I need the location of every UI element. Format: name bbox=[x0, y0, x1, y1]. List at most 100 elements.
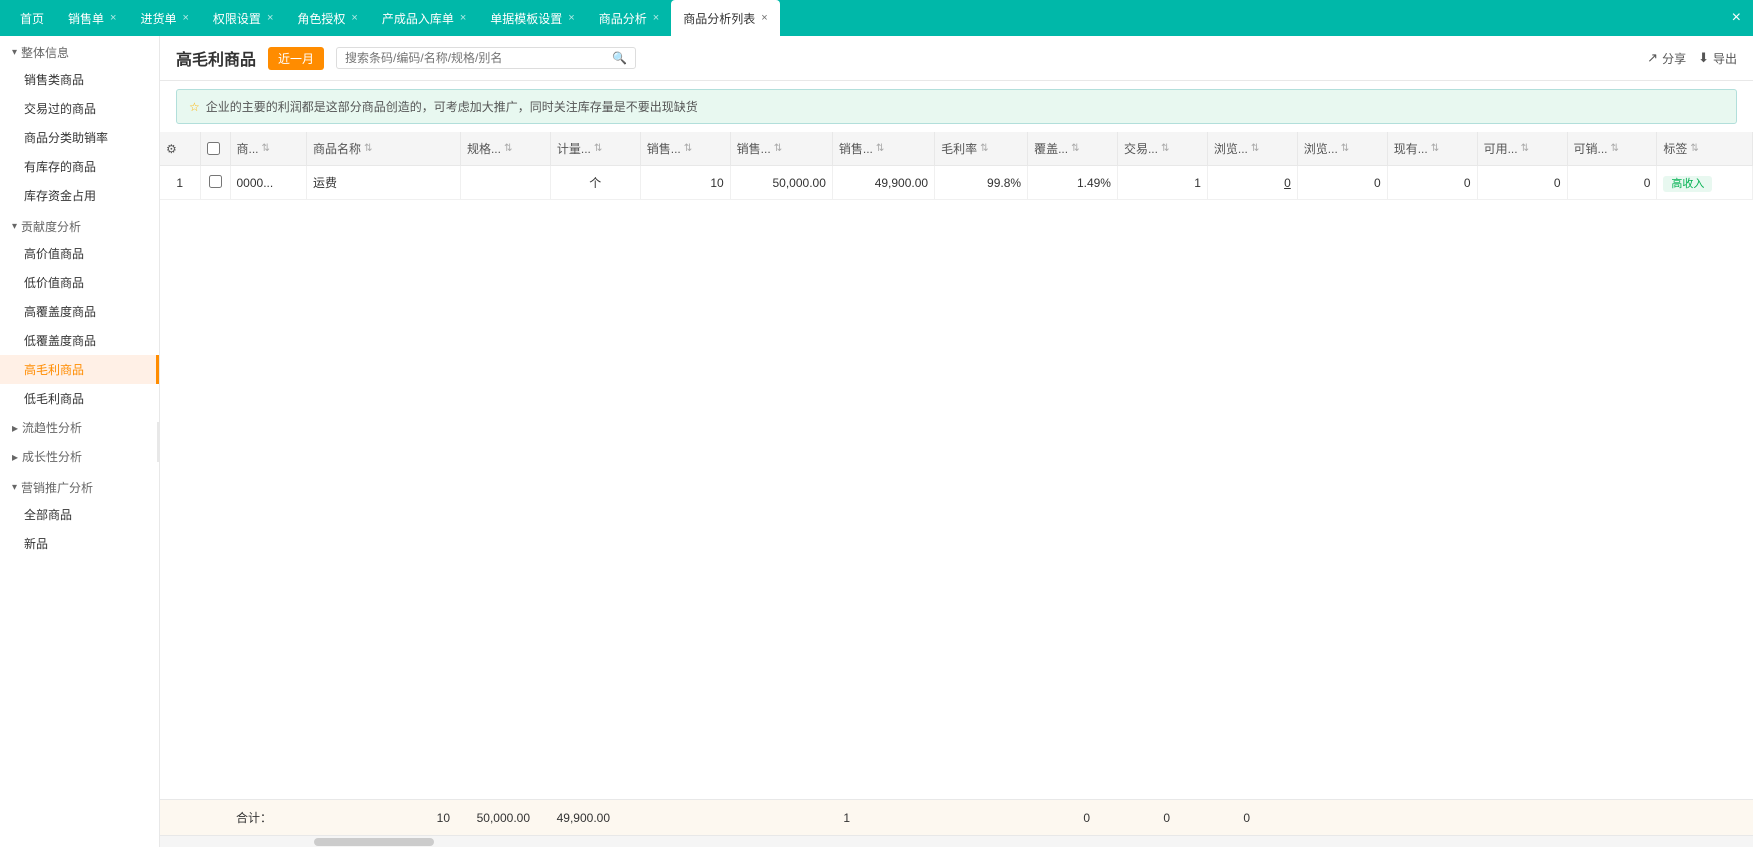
table-row: 1 0000... 运费 个 10 50,000.00 49,900.00 99… bbox=[160, 166, 1753, 200]
nav-permission[interactable]: 权限设置 × bbox=[201, 0, 285, 36]
row-saleable: 0 bbox=[1567, 166, 1657, 200]
row-checkbox-cell[interactable] bbox=[200, 166, 230, 200]
footer-amount: 50,000.00 bbox=[456, 811, 536, 825]
col-settings[interactable]: ⚙ bbox=[160, 132, 200, 166]
row-available: 0 bbox=[1477, 166, 1567, 200]
nav-analysis-list[interactable]: 商品分析列表 × bbox=[671, 0, 779, 36]
col-coverage[interactable]: 覆盖... ⇅ bbox=[1028, 132, 1118, 166]
content-area: 高毛利商品 近一月 🔍 ↗ 分享 ⬇ 导出 ☆ 企业的主要的利润都是这部分商品创… bbox=[160, 36, 1753, 847]
col-saleable[interactable]: 可销... ⇅ bbox=[1567, 132, 1657, 166]
sidebar-item-all-goods[interactable]: 全部商品 bbox=[0, 500, 159, 529]
col-unit[interactable]: 计量... ⇅ bbox=[550, 132, 640, 166]
sidebar-item-traded-goods[interactable]: 交易过的商品 bbox=[0, 94, 159, 123]
nav-analysis[interactable]: 商品分析 × bbox=[587, 0, 671, 36]
sidebar-collapse-button[interactable]: « bbox=[157, 422, 160, 462]
col-browse2[interactable]: 浏览... ⇅ bbox=[1297, 132, 1387, 166]
col-sales-amount[interactable]: 销售... ⇅ bbox=[730, 132, 832, 166]
export-button[interactable]: ⬇ 导出 bbox=[1698, 50, 1737, 67]
col-code[interactable]: 商... ⇅ bbox=[230, 132, 307, 166]
col-current[interactable]: 现有... ⇅ bbox=[1387, 132, 1477, 166]
row-browse1[interactable]: 0 bbox=[1207, 166, 1297, 200]
footer-current: 0 bbox=[1016, 811, 1096, 825]
sidebar-item-stocked-goods[interactable]: 有库存的商品 bbox=[0, 152, 159, 181]
close-template-icon[interactable]: × bbox=[568, 12, 574, 24]
sidebar-item-low-value[interactable]: 低价值商品 bbox=[0, 268, 159, 297]
nav-home[interactable]: 首页 bbox=[8, 0, 56, 36]
footer-total-label: 合计： bbox=[176, 809, 376, 826]
sort-current-icon: ⇅ bbox=[1431, 143, 1439, 154]
footer-cost: 49,900.00 bbox=[536, 811, 616, 825]
sidebar: « ▾ 整体信息 销售类商品 交易过的商品 商品分类助销率 有库存的商品 库存资… bbox=[0, 36, 160, 847]
row-name: 运费 bbox=[307, 166, 461, 200]
nav-sales[interactable]: 销售单 × bbox=[56, 0, 128, 36]
sort-sales-amount-icon: ⇅ bbox=[774, 143, 782, 154]
col-spec[interactable]: 规格... ⇅ bbox=[460, 132, 550, 166]
info-star-icon: ☆ bbox=[189, 100, 200, 114]
col-tag[interactable]: 标签 ⇅ bbox=[1657, 132, 1753, 166]
row-sales-cost: 49,900.00 bbox=[832, 166, 934, 200]
horizontal-scrollbar[interactable] bbox=[160, 835, 1753, 847]
sidebar-group-trend[interactable]: ▸ 流趋性分析 bbox=[0, 413, 159, 442]
select-all-checkbox[interactable] bbox=[207, 142, 220, 155]
settings-icon[interactable]: ⚙ bbox=[166, 142, 177, 156]
sort-sales-cost-icon: ⇅ bbox=[876, 143, 884, 154]
data-table-wrapper[interactable]: ⚙ 商... ⇅ bbox=[160, 132, 1753, 799]
data-table: ⚙ 商... ⇅ bbox=[160, 132, 1753, 200]
sidebar-item-category-rate[interactable]: 商品分类助销率 bbox=[0, 123, 159, 152]
row-checkbox[interactable] bbox=[209, 175, 222, 188]
sidebar-group-contribution[interactable]: ▾ 贡献度分析 bbox=[0, 210, 159, 239]
col-gross-rate[interactable]: 毛利率 ⇅ bbox=[935, 132, 1028, 166]
nav-role[interactable]: 角色授权 × bbox=[285, 0, 369, 36]
scroll-thumb[interactable] bbox=[314, 838, 434, 846]
sidebar-item-low-margin[interactable]: 低毛利商品 bbox=[0, 384, 159, 413]
close-role-icon[interactable]: × bbox=[351, 12, 357, 24]
sidebar-item-new-goods[interactable]: 新品 bbox=[0, 529, 159, 558]
col-trade[interactable]: 交易... ⇅ bbox=[1117, 132, 1207, 166]
group-arrow-growth: ▸ bbox=[12, 450, 18, 464]
row-num: 1 bbox=[160, 166, 200, 200]
col-checkbox[interactable] bbox=[200, 132, 230, 166]
nav-template[interactable]: 单据模板设置 × bbox=[478, 0, 586, 36]
close-product-in-icon[interactable]: × bbox=[460, 12, 466, 24]
col-browse1[interactable]: 浏览... ⇅ bbox=[1207, 132, 1297, 166]
sidebar-item-high-margin[interactable]: 高毛利商品 bbox=[0, 355, 159, 384]
content-header: 高毛利商品 近一月 🔍 ↗ 分享 ⬇ 导出 bbox=[160, 36, 1753, 81]
sidebar-group-overall[interactable]: ▾ 整体信息 bbox=[0, 36, 159, 65]
search-icon[interactable]: 🔍 bbox=[612, 51, 627, 65]
search-input[interactable] bbox=[345, 51, 608, 65]
row-coverage: 1.49% bbox=[1028, 166, 1118, 200]
main-layout: « ▾ 整体信息 销售类商品 交易过的商品 商品分类助销率 有库存的商品 库存资… bbox=[0, 36, 1753, 847]
nav-purchase[interactable]: 进货单 × bbox=[128, 0, 200, 36]
window-close-button[interactable]: × bbox=[1720, 0, 1753, 36]
sort-browse1-icon: ⇅ bbox=[1251, 143, 1259, 154]
sort-unit-icon: ⇅ bbox=[594, 143, 602, 154]
close-purchase-icon[interactable]: × bbox=[182, 12, 188, 24]
col-sales-qty[interactable]: 销售... ⇅ bbox=[640, 132, 730, 166]
col-available[interactable]: 可用... ⇅ bbox=[1477, 132, 1567, 166]
col-name[interactable]: 商品名称 ⇅ bbox=[307, 132, 461, 166]
footer-gross bbox=[616, 811, 696, 825]
nav-product-in[interactable]: 产成品入库单 × bbox=[370, 0, 478, 36]
sidebar-item-high-value[interactable]: 高价值商品 bbox=[0, 239, 159, 268]
export-icon: ⬇ bbox=[1698, 50, 1709, 66]
close-analysis-list-icon[interactable]: × bbox=[761, 12, 767, 24]
close-analysis-icon[interactable]: × bbox=[653, 12, 659, 24]
sidebar-item-inventory-capital[interactable]: 库存资金占用 bbox=[0, 181, 159, 210]
sidebar-group-marketing[interactable]: ▾ 营销推广分析 bbox=[0, 471, 159, 500]
row-trade: 1 bbox=[1117, 166, 1207, 200]
row-gross-rate: 99.8% bbox=[935, 166, 1028, 200]
sidebar-item-high-coverage[interactable]: 高覆盖度商品 bbox=[0, 297, 159, 326]
row-unit: 个 bbox=[550, 166, 640, 200]
col-sales-cost[interactable]: 销售... ⇅ bbox=[832, 132, 934, 166]
row-tag: 高收入 bbox=[1657, 166, 1753, 200]
filter-period-button[interactable]: 近一月 bbox=[268, 47, 324, 70]
sidebar-item-low-coverage[interactable]: 低覆盖度商品 bbox=[0, 326, 159, 355]
sidebar-group-growth[interactable]: ▸ 成长性分析 bbox=[0, 442, 159, 471]
group-arrow-marketing: ▾ bbox=[12, 482, 17, 493]
sidebar-item-sales-goods[interactable]: 销售类商品 bbox=[0, 65, 159, 94]
sort-sales-qty-icon: ⇅ bbox=[684, 143, 692, 154]
share-button[interactable]: ↗ 分享 bbox=[1647, 50, 1686, 67]
close-permission-icon[interactable]: × bbox=[267, 12, 273, 24]
sort-available-icon: ⇅ bbox=[1521, 143, 1529, 154]
close-sales-icon[interactable]: × bbox=[110, 12, 116, 24]
